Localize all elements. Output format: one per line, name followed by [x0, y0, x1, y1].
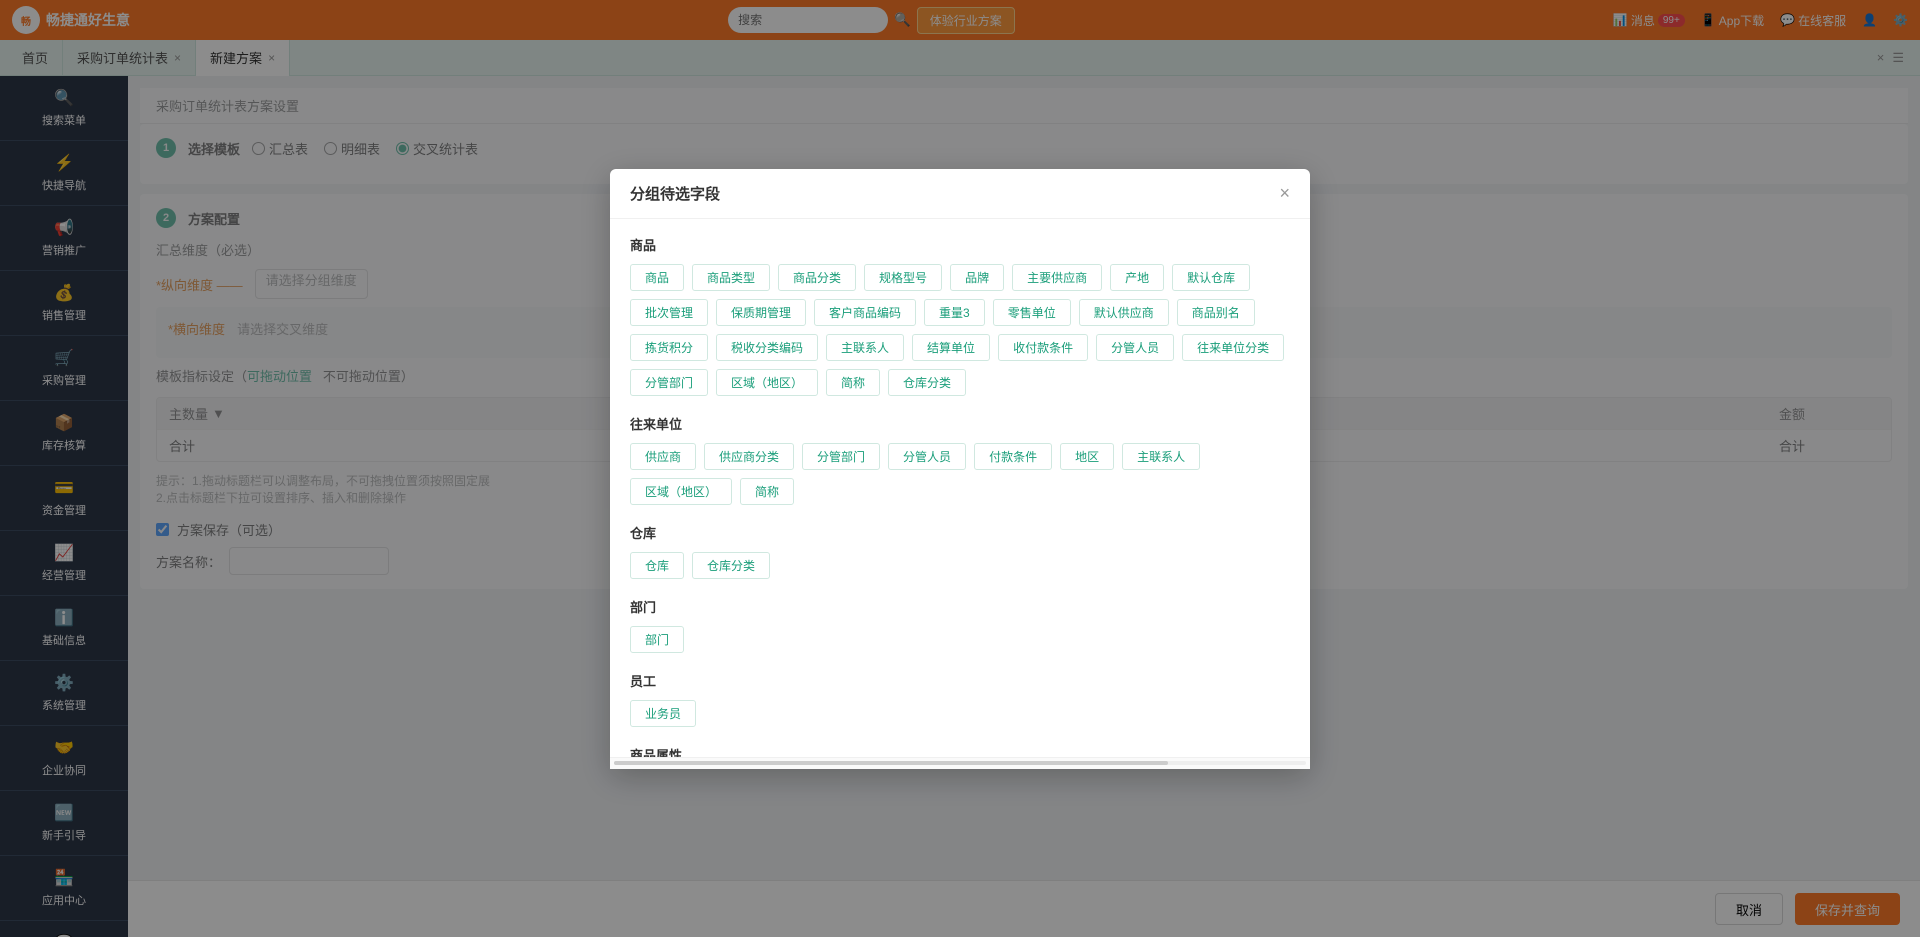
field-tag-customer-code[interactable]: 客户商品编码: [814, 299, 916, 326]
field-tag-product-alias[interactable]: 商品别名: [1177, 299, 1255, 326]
section-counterpart-fields: 供应商 供应商分类 分管部门 分管人员 付款条件 地区 主联系人 区域（地区） …: [630, 443, 1290, 505]
section-employee: 员工 业务员: [630, 671, 1290, 727]
section-product-attr: 商品属性 属性 颜色 多规格 尺码 鞋码 1: [630, 745, 1290, 757]
section-department: 部门 部门: [630, 597, 1290, 653]
section-product-fields: 商品 商品类型 商品分类 规格型号 品牌 主要供应商 产地 默认仓库 批次管理 …: [630, 264, 1290, 396]
modal-backdrop: 分组待选字段 × 商品 商品 商品类型 商品分类 规格型号 品牌: [128, 76, 1920, 937]
field-tag-area[interactable]: 地区: [1060, 443, 1114, 470]
field-tag-product-category[interactable]: 商品分类: [778, 264, 856, 291]
modal-close-button[interactable]: ×: [1279, 184, 1290, 202]
field-tag-product-type[interactable]: 商品类型: [692, 264, 770, 291]
section-product: 商品 商品 商品类型 商品分类 规格型号 品牌 主要供应商 产地 默认仓库 批次…: [630, 235, 1290, 396]
field-tag-payment-terms[interactable]: 收付款条件: [998, 334, 1088, 361]
section-department-title: 部门: [630, 597, 1290, 616]
modal-body[interactable]: 商品 商品 商品类型 商品分类 规格型号 品牌 主要供应商 产地 默认仓库 批次…: [610, 219, 1310, 757]
field-tag-region[interactable]: 区域（地区）: [716, 369, 818, 396]
field-tag-short-name[interactable]: 简称: [826, 369, 880, 396]
field-tag-product[interactable]: 商品: [630, 264, 684, 291]
field-tag-pick-points[interactable]: 拣货积分: [630, 334, 708, 361]
field-tag-main-contact[interactable]: 主联系人: [826, 334, 904, 361]
field-tag-warehouse-cat[interactable]: 仓库分类: [888, 369, 966, 396]
section-warehouse-title: 仓库: [630, 523, 1290, 542]
field-tag-dept2[interactable]: 分管部门: [802, 443, 880, 470]
field-tag-department[interactable]: 部门: [630, 626, 684, 653]
field-tag-origin[interactable]: 产地: [1110, 264, 1164, 291]
field-tag-short-name2[interactable]: 简称: [740, 478, 794, 505]
field-tag-batch-mgmt[interactable]: 批次管理: [630, 299, 708, 326]
section-warehouse-fields: 仓库 仓库分类: [630, 552, 1290, 579]
field-tag-expiry-mgmt[interactable]: 保质期管理: [716, 299, 806, 326]
field-tag-retail-unit[interactable]: 零售单位: [993, 299, 1071, 326]
field-tag-settlement-unit[interactable]: 结算单位: [912, 334, 990, 361]
section-employee-fields: 业务员: [630, 700, 1290, 727]
section-counterpart-title: 往来单位: [630, 414, 1290, 433]
field-tag-supplier-cat[interactable]: 供应商分类: [704, 443, 794, 470]
modal-header: 分组待选字段 ×: [610, 169, 1310, 219]
field-tag-default-warehouse[interactable]: 默认仓库: [1172, 264, 1250, 291]
field-tag-main-supplier[interactable]: 主要供应商: [1012, 264, 1102, 291]
section-counterpart: 往来单位 供应商 供应商分类 分管部门 分管人员 付款条件 地区 主联系人 区域…: [630, 414, 1290, 505]
field-tag-warehouse-category[interactable]: 仓库分类: [692, 552, 770, 579]
section-department-fields: 部门: [630, 626, 1290, 653]
field-tag-salesperson[interactable]: 业务员: [630, 700, 696, 727]
field-tag-spec-model[interactable]: 规格型号: [864, 264, 942, 291]
section-employee-title: 员工: [630, 671, 1290, 690]
field-tag-region2[interactable]: 区域（地区）: [630, 478, 732, 505]
field-tag-dept[interactable]: 分管部门: [630, 369, 708, 396]
field-tag-supplier[interactable]: 供应商: [630, 443, 696, 470]
field-select-modal: 分组待选字段 × 商品 商品 商品类型 商品分类 规格型号 品牌: [610, 169, 1310, 769]
field-tag-default-supplier[interactable]: 默认供应商: [1079, 299, 1169, 326]
field-tag-brand[interactable]: 品牌: [950, 264, 1004, 291]
section-warehouse: 仓库 仓库 仓库分类: [630, 523, 1290, 579]
section-product-title: 商品: [630, 235, 1290, 254]
field-tag-payment-cond[interactable]: 付款条件: [974, 443, 1052, 470]
content-area: 采购订单统计表方案设置 1 选择模板 汇总表 明细表 交叉统计表 2 方案配置: [128, 76, 1920, 937]
field-tag-warehouse[interactable]: 仓库: [630, 552, 684, 579]
field-tag-tax-code[interactable]: 税收分类编码: [716, 334, 818, 361]
main-layout: 🔍 搜索菜单 ⚡ 快捷导航 📢 营销推广 💰 销售管理 🛒 采购管理 📦 库存核…: [0, 76, 1920, 937]
modal-horizontal-scrollbar[interactable]: [610, 757, 1310, 769]
field-tag-supervisor[interactable]: 分管人员: [1096, 334, 1174, 361]
modal-title: 分组待选字段: [630, 183, 720, 204]
field-tag-main-contact2[interactable]: 主联系人: [1122, 443, 1200, 470]
field-tag-weight3[interactable]: 重量3: [924, 299, 985, 326]
field-tag-supervisor2[interactable]: 分管人员: [888, 443, 966, 470]
field-tag-counterpart-cat[interactable]: 往来单位分类: [1182, 334, 1284, 361]
section-product-attr-title: 商品属性: [630, 745, 1290, 757]
